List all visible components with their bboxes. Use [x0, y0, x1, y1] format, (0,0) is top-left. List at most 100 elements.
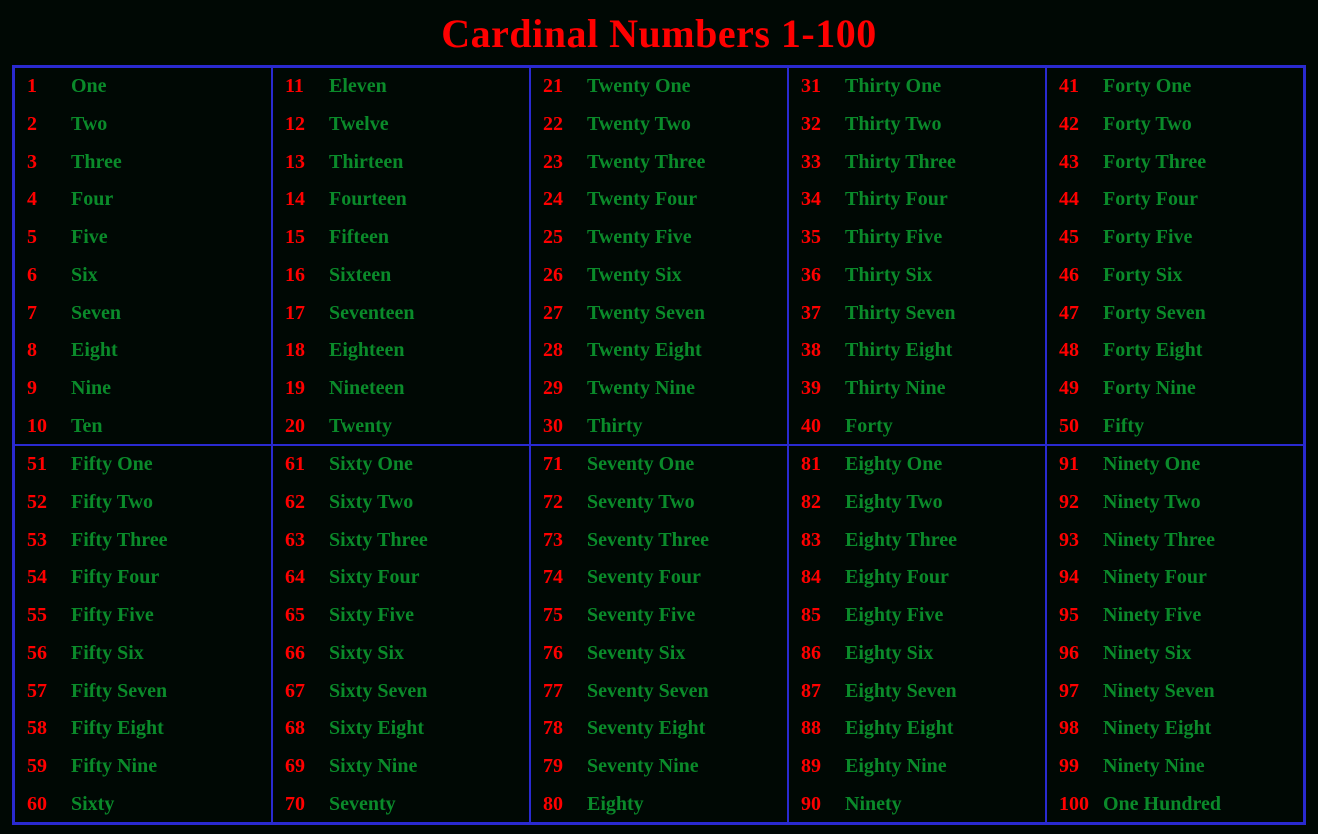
number-word: Ninety — [845, 794, 902, 814]
number-digit: 3 — [27, 152, 71, 172]
number-row: 67Sixty Seven — [285, 681, 521, 701]
number-row: 25Twenty Five — [543, 227, 779, 247]
number-digit: 33 — [801, 152, 845, 172]
number-word: Sixty Five — [329, 605, 414, 625]
number-row: 13Thirteen — [285, 152, 521, 172]
number-row: 97Ninety Seven — [1059, 681, 1295, 701]
number-digit: 86 — [801, 643, 845, 663]
number-word: Forty Seven — [1103, 303, 1206, 323]
number-row: 30Thirty — [543, 416, 779, 436]
number-digit: 5 — [27, 227, 71, 247]
number-digit: 74 — [543, 567, 587, 587]
number-row: 23Twenty Three — [543, 152, 779, 172]
number-word: Fifteen — [329, 227, 389, 247]
number-digit: 6 — [27, 265, 71, 285]
number-row: 63Sixty Three — [285, 530, 521, 550]
number-word: Eighty — [587, 794, 644, 814]
number-row: 48Forty Eight — [1059, 340, 1295, 360]
number-digit: 75 — [543, 605, 587, 625]
number-word: Forty Four — [1103, 189, 1198, 209]
number-digit: 46 — [1059, 265, 1103, 285]
number-digit: 73 — [543, 530, 587, 550]
number-row: 82Eighty Two — [801, 492, 1037, 512]
number-word: Nineteen — [329, 378, 405, 398]
number-row: 39Thirty Nine — [801, 378, 1037, 398]
number-digit: 53 — [27, 530, 71, 550]
number-digit: 76 — [543, 643, 587, 663]
number-row: 100One Hundred — [1059, 794, 1295, 814]
number-digit: 69 — [285, 756, 329, 776]
number-digit: 48 — [1059, 340, 1103, 360]
number-row: 69Sixty Nine — [285, 756, 521, 776]
number-digit: 61 — [285, 454, 329, 474]
number-word: Forty One — [1103, 76, 1191, 96]
number-word: Forty Three — [1103, 152, 1206, 172]
number-word: Ninety Nine — [1103, 756, 1205, 776]
number-digit: 21 — [543, 76, 587, 96]
number-row: 65Sixty Five — [285, 605, 521, 625]
number-digit: 42 — [1059, 114, 1103, 134]
number-digit: 56 — [27, 643, 71, 663]
number-digit: 12 — [285, 114, 329, 134]
number-digit: 49 — [1059, 378, 1103, 398]
number-digit: 2 — [27, 114, 71, 134]
number-row: 24Twenty Four — [543, 189, 779, 209]
number-word: Ninety Eight — [1103, 718, 1211, 738]
number-word: Eleven — [329, 76, 387, 96]
number-word: Fifty Five — [71, 605, 154, 625]
grid-cell: 51Fifty One52Fifty Two53Fifty Three54Fif… — [14, 445, 272, 823]
number-digit: 23 — [543, 152, 587, 172]
number-word: Ninety Three — [1103, 530, 1215, 550]
grid-cell: 31Thirty One32Thirty Two33Thirty Three34… — [788, 67, 1046, 445]
number-digit: 81 — [801, 454, 845, 474]
number-digit: 92 — [1059, 492, 1103, 512]
grid-cell: 91Ninety One92Ninety Two93Ninety Three94… — [1046, 445, 1304, 823]
number-row: 28Twenty Eight — [543, 340, 779, 360]
number-word: Seventy Two — [587, 492, 695, 512]
number-row: 50Fifty — [1059, 416, 1295, 436]
number-digit: 43 — [1059, 152, 1103, 172]
number-row: 5Five — [27, 227, 263, 247]
number-word: Forty Nine — [1103, 378, 1196, 398]
number-row: 88Eighty Eight — [801, 718, 1037, 738]
page: Cardinal Numbers 1-100 1One2Two3Three4Fo… — [0, 0, 1318, 834]
number-word: One — [71, 76, 107, 96]
number-digit: 9 — [27, 378, 71, 398]
number-digit: 14 — [285, 189, 329, 209]
number-word: Thirty Three — [845, 152, 956, 172]
number-word: Sixty Nine — [329, 756, 417, 776]
number-digit: 64 — [285, 567, 329, 587]
number-digit: 18 — [285, 340, 329, 360]
number-row: 22Twenty Two — [543, 114, 779, 134]
number-row: 57Fifty Seven — [27, 681, 263, 701]
number-word: Eighteen — [329, 340, 405, 360]
number-word: Three — [71, 152, 122, 172]
number-word: Ninety Seven — [1103, 681, 1215, 701]
number-digit: 79 — [543, 756, 587, 776]
number-word: Thirty One — [845, 76, 941, 96]
number-row: 77Seventy Seven — [543, 681, 779, 701]
number-word: Seventy Six — [587, 643, 685, 663]
number-digit: 8 — [27, 340, 71, 360]
number-row: 89Eighty Nine — [801, 756, 1037, 776]
number-word: Thirty — [587, 416, 643, 436]
number-row: 75Seventy Five — [543, 605, 779, 625]
number-word: Twenty Two — [587, 114, 691, 134]
number-digit: 70 — [285, 794, 329, 814]
number-word: Eighty Three — [845, 530, 957, 550]
number-digit: 16 — [285, 265, 329, 285]
number-digit: 13 — [285, 152, 329, 172]
number-row: 49Forty Nine — [1059, 378, 1295, 398]
number-row: 31Thirty One — [801, 76, 1037, 96]
number-digit: 54 — [27, 567, 71, 587]
number-word: Five — [71, 227, 108, 247]
number-word: Ninety Two — [1103, 492, 1201, 512]
number-row: 80Eighty — [543, 794, 779, 814]
number-word: Sixteen — [329, 265, 391, 285]
number-word: Forty Five — [1103, 227, 1192, 247]
number-digit: 34 — [801, 189, 845, 209]
number-word: Forty Eight — [1103, 340, 1202, 360]
number-word: Thirty Nine — [845, 378, 946, 398]
number-word: Sixty One — [329, 454, 413, 474]
number-row: 58Fifty Eight — [27, 718, 263, 738]
